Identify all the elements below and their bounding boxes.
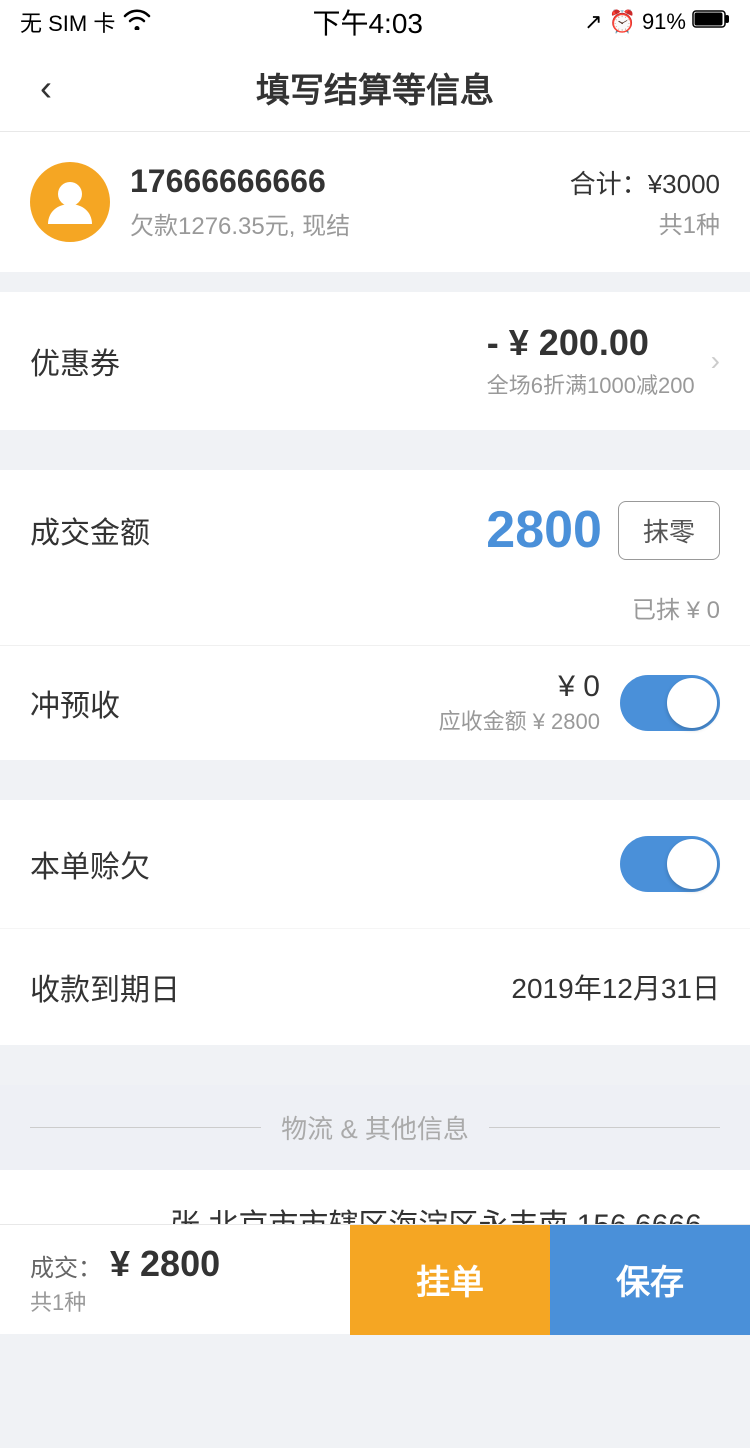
location-icon: ↗ bbox=[584, 9, 602, 35]
coupon-right-values: - ¥ 200.00 全场6折满1000减200 bbox=[487, 322, 695, 400]
coupon-row[interactable]: 优惠券 - ¥ 200.00 全场6折满1000减200 › bbox=[0, 292, 750, 430]
bottom-count: 共1种 bbox=[30, 1285, 320, 1317]
total-amount: ¥3000 bbox=[648, 169, 720, 199]
toggle-knob bbox=[667, 678, 717, 728]
bottom-deal-row: 成交： ¥ 2800 bbox=[30, 1243, 320, 1285]
advance-right: ¥ 0 应收金额 ¥ 2800 bbox=[439, 670, 720, 736]
divider-gap-3 bbox=[0, 1065, 750, 1085]
coupon-amount: - ¥ 200.00 bbox=[487, 322, 695, 364]
coupon-desc: 全场6折满1000减200 bbox=[487, 368, 695, 400]
status-bar: 无 SIM 卡 下午4:03 ↗ ⏰ 91% bbox=[0, 0, 750, 44]
customer-total: 合计：¥3000 共1种 bbox=[570, 164, 720, 240]
divider-gap-2 bbox=[0, 780, 750, 800]
deal-label: 成交金额 bbox=[30, 508, 150, 552]
divider-line-left bbox=[30, 1127, 261, 1128]
advance-label: 冲预收 bbox=[30, 681, 120, 725]
total-label: 合计：¥3000 bbox=[570, 164, 720, 201]
deferred-row: 本单赊欠 bbox=[0, 800, 750, 929]
no-sim-text: 无 SIM 卡 bbox=[20, 6, 115, 38]
deferred-toggle[interactable] bbox=[620, 836, 720, 892]
due-date-value: 2019年12月31日 bbox=[511, 967, 720, 1007]
wifi-icon bbox=[123, 8, 151, 36]
divider-text: 物流 & 其他信息 bbox=[281, 1109, 469, 1146]
divider-line-right bbox=[489, 1127, 720, 1128]
divider-gap-1 bbox=[0, 450, 750, 470]
advance-values: ¥ 0 应收金额 ¥ 2800 bbox=[439, 670, 600, 736]
bottom-deal-amount: ¥ 2800 bbox=[110, 1243, 220, 1285]
deal-amount: 2800 bbox=[486, 500, 602, 560]
page-title: 填写结算等信息 bbox=[256, 63, 494, 112]
customer-left: 17666666666 欠款1276.35元, 现结 bbox=[30, 162, 350, 242]
bottom-bar: 成交： ¥ 2800 共1种 挂单 保存 bbox=[0, 1224, 750, 1334]
save-button[interactable]: 保存 bbox=[550, 1225, 750, 1335]
advance-amount: ¥ 0 bbox=[439, 670, 600, 704]
total-count: 共1种 bbox=[570, 205, 720, 240]
customer-subtext: 欠款1276.35元, 现结 bbox=[130, 206, 350, 241]
customer-info: 17666666666 欠款1276.35元, 现结 bbox=[130, 163, 350, 241]
bottom-deal-label: 成交： bbox=[30, 1248, 102, 1283]
customer-phone: 17666666666 bbox=[130, 163, 350, 200]
status-right: ↗ ⏰ 91% bbox=[584, 9, 730, 35]
advance-sub: 应收金额 ¥ 2800 bbox=[439, 704, 600, 736]
pending-button[interactable]: 挂单 bbox=[350, 1225, 550, 1335]
info-section: 本单赊欠 收款到期日 2019年12月31日 bbox=[0, 800, 750, 1045]
deferred-toggle-knob bbox=[667, 839, 717, 889]
avatar bbox=[30, 162, 110, 242]
nav-bar: ‹ 填写结算等信息 bbox=[0, 44, 750, 132]
status-left: 无 SIM 卡 bbox=[20, 6, 151, 38]
coupon-right: - ¥ 200.00 全场6折满1000减200 › bbox=[487, 322, 720, 400]
deal-sub: 已抹 ¥ 0 bbox=[0, 590, 750, 645]
bottom-summary: 成交： ¥ 2800 共1种 bbox=[0, 1243, 350, 1317]
coupon-label: 优惠券 bbox=[30, 339, 120, 383]
chevron-right-icon: › bbox=[711, 345, 720, 377]
logistics-divider: 物流 & 其他信息 bbox=[0, 1085, 750, 1170]
deferred-label: 本单赊欠 bbox=[30, 842, 150, 886]
due-date-row: 收款到期日 2019年12月31日 bbox=[0, 929, 750, 1045]
advance-row: 冲预收 ¥ 0 应收金额 ¥ 2800 bbox=[0, 645, 750, 760]
advance-toggle[interactable] bbox=[620, 675, 720, 731]
round-zero-button[interactable]: 抹零 bbox=[618, 501, 720, 560]
battery-icon bbox=[692, 9, 730, 35]
back-button[interactable]: ‹ bbox=[30, 57, 62, 119]
due-date-label: 收款到期日 bbox=[30, 965, 180, 1009]
deal-right: 2800 抹零 bbox=[486, 500, 720, 560]
deal-section: 成交金额 2800 抹零 已抹 ¥ 0 冲预收 ¥ 0 应收金额 ¥ 2800 bbox=[0, 470, 750, 760]
deal-row: 成交金额 2800 抹零 bbox=[0, 470, 750, 590]
alarm-icon: ⏰ bbox=[609, 9, 636, 35]
coupon-section: 优惠券 - ¥ 200.00 全场6折满1000减200 › bbox=[0, 292, 750, 430]
status-time: 下午4:03 bbox=[312, 2, 423, 42]
battery-text: 91% bbox=[642, 9, 686, 35]
customer-card: 17666666666 欠款1276.35元, 现结 合计：¥3000 共1种 bbox=[0, 132, 750, 272]
